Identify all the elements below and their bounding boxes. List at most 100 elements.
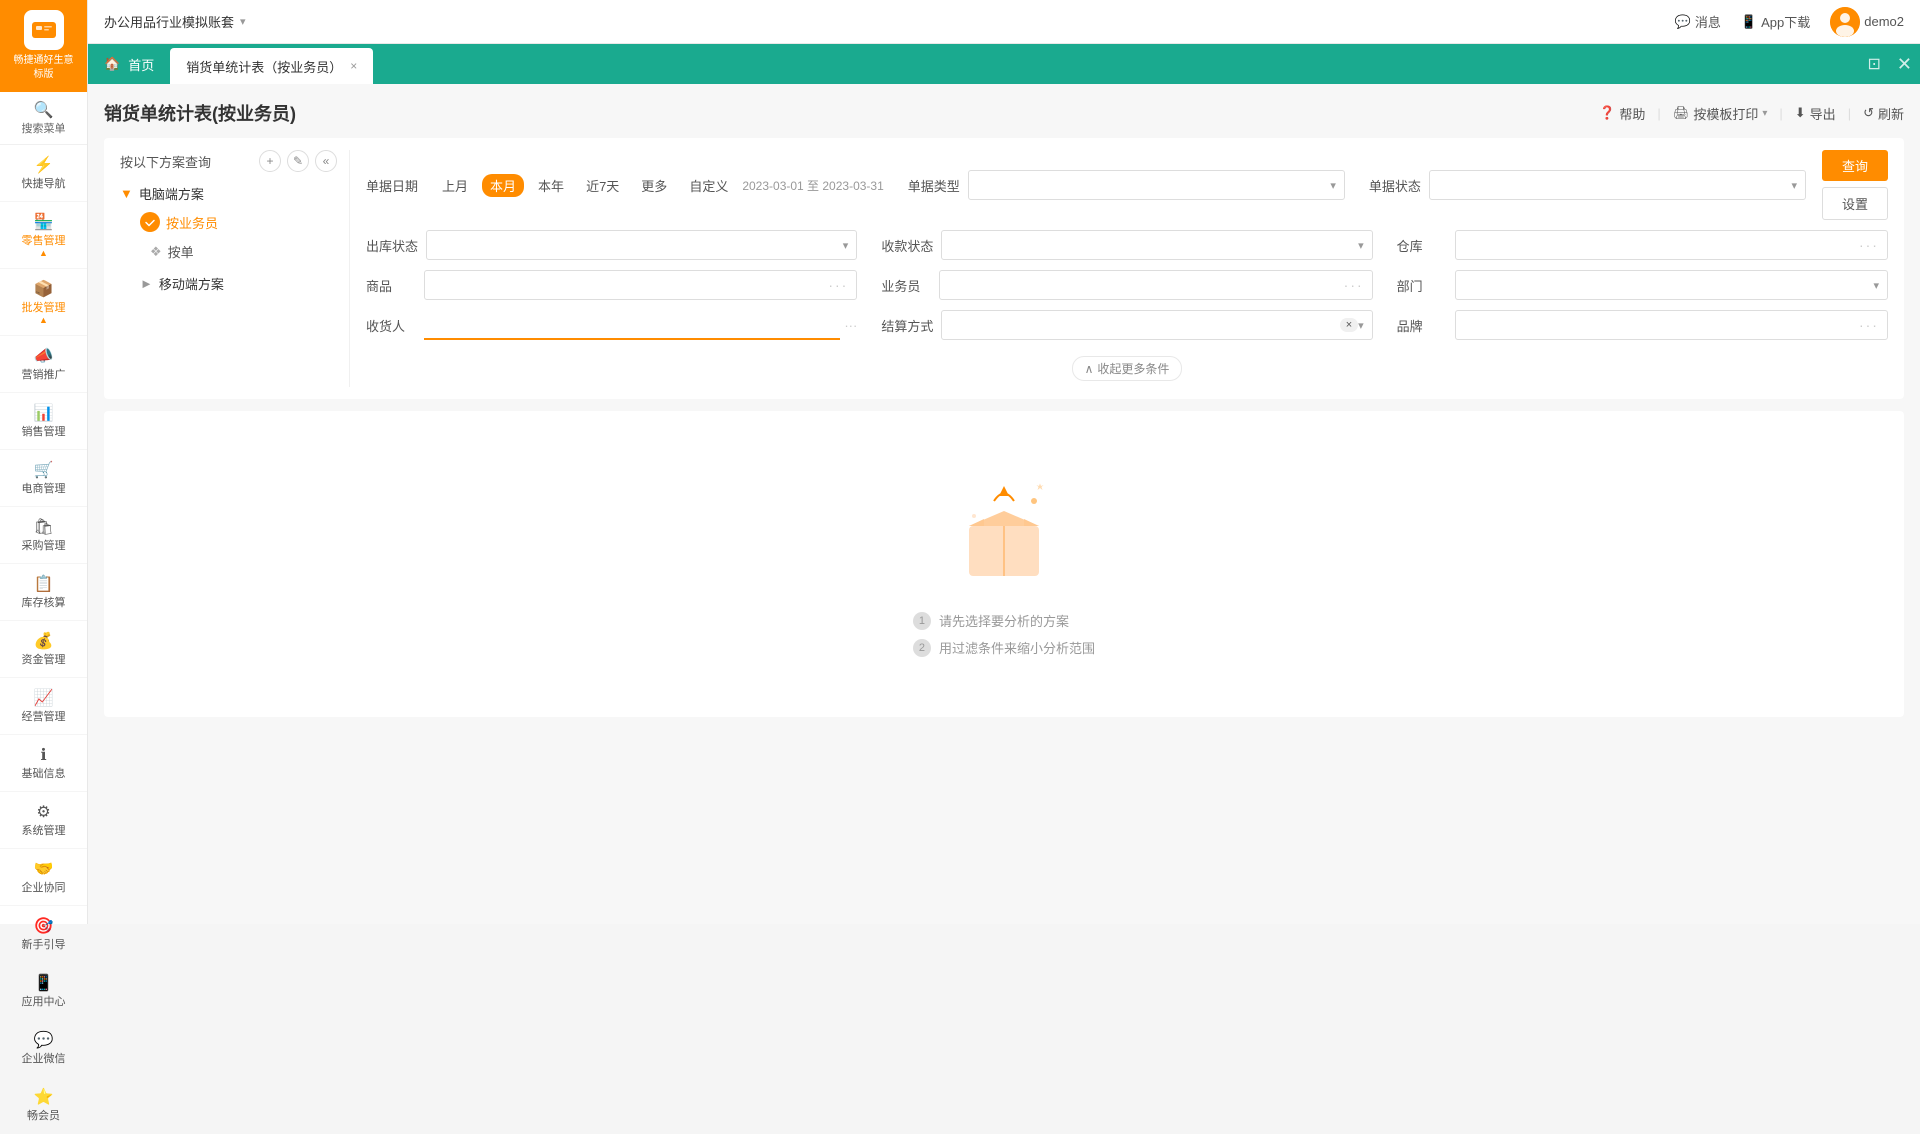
add-icon: +: [266, 154, 273, 168]
docstatus-dropdown[interactable]: ▾: [1429, 170, 1806, 200]
tab-sales-stat[interactable]: 销货单统计表（按业务员） ×: [170, 48, 373, 84]
collectstatus-dropdown[interactable]: ▾: [941, 230, 1372, 260]
date-tag-more[interactable]: 更多: [633, 174, 675, 197]
print-dropdown-icon: ▾: [1762, 108, 1767, 119]
refresh-button[interactable]: ↺ 刷新: [1863, 104, 1904, 123]
filter-field-brand: 品牌 ···: [1397, 310, 1888, 340]
filter-row-date: 单据日期 上月 本月 本年 近7天 更多 自定义 2023-03-01 至 20…: [366, 150, 1888, 220]
sidebar-item-wholesale[interactable]: 📦 批发管理 ▲: [0, 269, 87, 336]
brand-dropdown[interactable]: ···: [1455, 310, 1888, 340]
consignee-input[interactable]: [424, 310, 840, 340]
marketing-icon: 📣: [34, 346, 54, 366]
sidebar-purchase-label: 采购管理: [22, 537, 66, 553]
sidebar-item-wechat[interactable]: 💬 企业微信: [0, 1020, 87, 1077]
warehouse-dots: ···: [1859, 237, 1879, 253]
goods-dropdown[interactable]: ···: [424, 270, 857, 300]
topbar-title[interactable]: 办公用品行业模拟账套 ▾: [104, 12, 246, 31]
edit-plan-button[interactable]: ✎: [287, 150, 309, 172]
system-icon: ⚙: [36, 802, 50, 822]
filter-field-collectstatus: 收款状态 ▾: [881, 230, 1372, 260]
wechat-icon: 💬: [34, 1030, 54, 1050]
filter-field-consignee: 收货人 ···: [366, 310, 857, 340]
sidebar-sales-label: 销售管理: [22, 423, 66, 439]
outstatus-label: 出库状态: [366, 236, 418, 255]
sidebar-item-ecommerce[interactable]: 🛒 电商管理: [0, 450, 87, 507]
app-download-button[interactable]: 📱 App下载: [1741, 12, 1810, 31]
sidebar-newbie-label: 新手引导: [22, 936, 66, 952]
sidebar-item-member[interactable]: ⭐ 畅会员: [0, 1077, 87, 1134]
collapse-button[interactable]: ∧ 收起更多条件: [1072, 356, 1183, 381]
empty-tip-1-text: 请先选择要分析的方案: [939, 611, 1069, 630]
maximize-button[interactable]: ⊡: [1868, 54, 1881, 74]
date-tag-custom[interactable]: 自定义: [681, 174, 736, 197]
divider3: |: [1848, 106, 1851, 121]
dept-dropdown[interactable]: ▾: [1455, 270, 1888, 300]
docstatus-chevron: ▾: [1791, 179, 1797, 192]
salesman-dropdown[interactable]: ···: [939, 270, 1372, 300]
sidebar-item-system[interactable]: ⚙ 系统管理: [0, 792, 87, 849]
sidebar-item-newbie[interactable]: 🎯 新手引导: [0, 906, 87, 963]
doctype-dropdown[interactable]: ▾: [968, 170, 1345, 200]
collapse-panel-button[interactable]: «: [315, 150, 337, 172]
sidebar-member-label: 畅会员: [27, 1107, 60, 1123]
consignee-dots: ···: [844, 318, 857, 333]
sidebar-item-purchase[interactable]: 🛍 采购管理: [0, 507, 87, 564]
warehouse-dropdown[interactable]: ···: [1455, 230, 1888, 260]
sidebar-item-sales[interactable]: 📊 销售管理: [0, 393, 87, 450]
query-button[interactable]: 查询: [1822, 150, 1888, 181]
plan-item-sub[interactable]: ❖ 按单: [120, 237, 337, 266]
plan-group-pc-header[interactable]: ▼ 电脑端方案: [120, 180, 337, 207]
sidebar-item-corp[interactable]: 🤝 企业协同: [0, 849, 87, 906]
topbar-title-text: 办公用品行业模拟账套: [104, 12, 234, 31]
dept-label: 部门: [1397, 276, 1447, 295]
help-button[interactable]: ❓ 帮助: [1599, 104, 1645, 123]
msg-icon: 💬: [1675, 14, 1691, 30]
settle-clear-icon[interactable]: ×: [1346, 319, 1352, 331]
sidebar-item-basic[interactable]: ℹ 基础信息: [0, 735, 87, 792]
outstatus-dropdown[interactable]: ▾: [426, 230, 857, 260]
sidebar-item-operations[interactable]: 📈 经营管理: [0, 678, 87, 735]
sidebar-item-marketing[interactable]: 📣 营销推广: [0, 336, 87, 393]
date-tag-this-month[interactable]: 本月: [482, 174, 524, 197]
sidebar-item-inventory[interactable]: 📋 库存核算: [0, 564, 87, 621]
settings-button[interactable]: 设置: [1822, 187, 1888, 220]
empty-tip-num-2: 2: [913, 639, 931, 657]
msg-button[interactable]: 💬 消息: [1675, 12, 1721, 31]
query-left-header-actions: + ✎ «: [259, 150, 337, 172]
plan-group-pc-label: 电脑端方案: [139, 184, 204, 203]
search-icon: 🔍: [34, 100, 54, 120]
quick-icon: ⚡: [34, 155, 54, 175]
user-button[interactable]: demo2: [1830, 7, 1904, 37]
help-icon: ❓: [1599, 105, 1615, 121]
sidebar-finance-label: 资金管理: [22, 651, 66, 667]
plan-item-salesman[interactable]: 按业务员: [120, 207, 337, 237]
sidebar-search[interactable]: 🔍 搜索菜单: [0, 92, 87, 145]
sidebar-item-finance[interactable]: 💰 资金管理: [0, 621, 87, 678]
settle-label: 结算方式: [881, 316, 933, 335]
newbie-icon: 🎯: [34, 916, 54, 936]
settle-dropdown[interactable]: × ▾: [941, 310, 1372, 340]
sidebar-item-quick[interactable]: ⚡ 快捷导航: [0, 145, 87, 202]
add-plan-button[interactable]: +: [259, 150, 281, 172]
empty-tip-1: 1 请先选择要分析的方案: [913, 611, 1095, 630]
date-tag-7days[interactable]: 近7天: [578, 174, 627, 197]
date-tag-last-month[interactable]: 上月: [434, 174, 476, 197]
export-button[interactable]: ⬇ 导出: [1795, 104, 1836, 123]
tab-home[interactable]: 🏠 首页: [88, 44, 170, 84]
plan-sub-icon: ❖: [150, 244, 162, 260]
member-icon: ⭐: [34, 1087, 54, 1107]
tab-home-label: 首页: [128, 55, 154, 74]
sidebar-logo[interactable]: 畅捷通好生意标版: [0, 0, 87, 92]
sidebar-item-retail[interactable]: 🏪 零售管理 ▲: [0, 202, 87, 269]
collapse-label: 收起更多条件: [1097, 360, 1169, 377]
tab-close-icon[interactable]: ×: [350, 59, 357, 73]
close-window-button[interactable]: ✕: [1889, 54, 1920, 75]
plan-group-mobile-label: 移动端方案: [159, 274, 224, 293]
topbar: 办公用品行业模拟账套 ▾ 💬 消息 📱 App下载 de: [88, 0, 1920, 44]
empty-tip-2-text: 用过滤条件来缩小分析范围: [939, 638, 1095, 657]
print-button[interactable]: 🖨 按模板打印 ▾: [1673, 104, 1768, 123]
page-header: 销货单统计表(按业务员) ❓ 帮助 | 🖨 按模板打印 ▾ | ⬇ 导出 |: [104, 100, 1904, 126]
sidebar-item-appstore[interactable]: 📱 应用中心: [0, 963, 87, 1020]
plan-group-mobile-header[interactable]: ► 移动端方案: [120, 270, 337, 297]
date-tag-this-year[interactable]: 本年: [530, 174, 572, 197]
